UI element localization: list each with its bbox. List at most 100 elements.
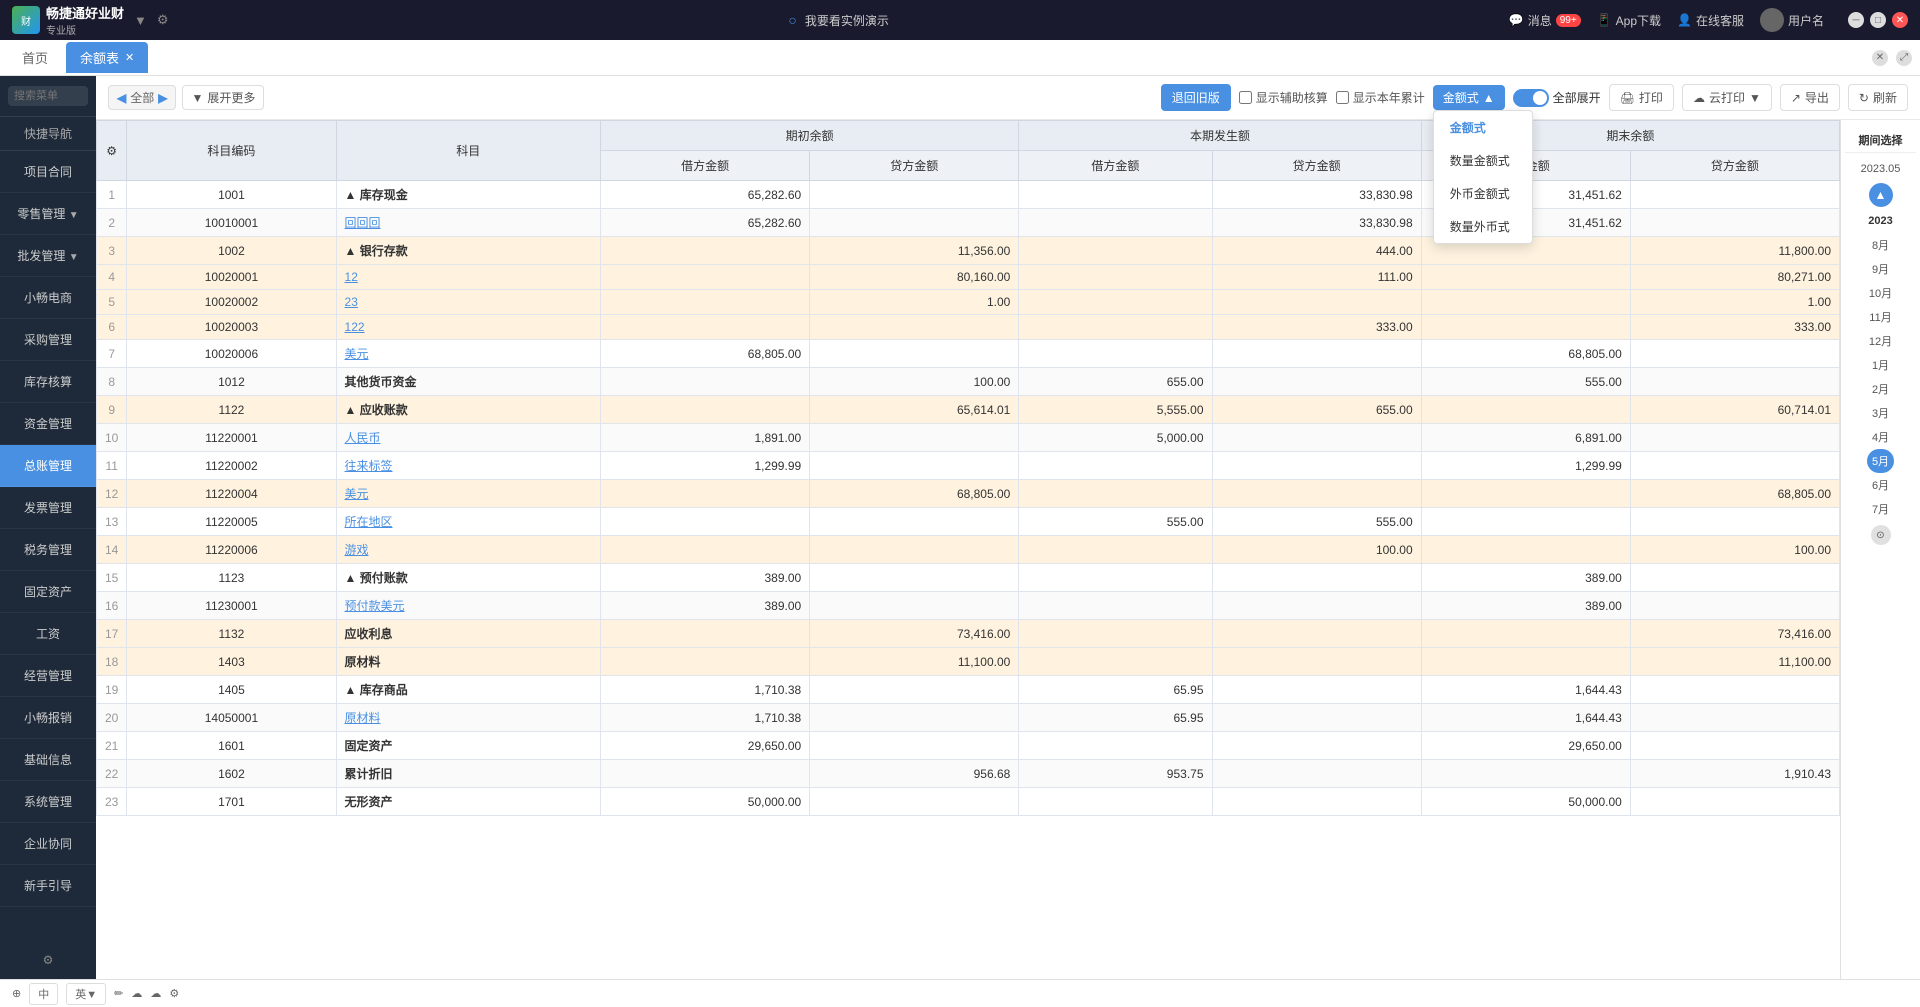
maximize-btn[interactable]: □ bbox=[1870, 12, 1886, 28]
window-dropdown[interactable]: ▼ bbox=[134, 13, 147, 28]
table-row-name[interactable]: 美元 bbox=[336, 480, 601, 508]
toolbar-left: ◀ 全部 ▶ ▼ 展开更多 bbox=[108, 85, 264, 110]
sidebar-item-project[interactable]: 项目合同 bbox=[0, 151, 96, 193]
settings-icon[interactable]: ⚙ bbox=[157, 12, 169, 28]
table-row-name[interactable]: ▲ 应收账款 bbox=[336, 396, 601, 424]
period-up-btn[interactable]: ▲ bbox=[1869, 183, 1893, 207]
tab-balance[interactable]: 余额表 ✕ bbox=[66, 42, 148, 73]
app-download-btn[interactable]: 📱 App下载 bbox=[1597, 12, 1661, 29]
table-row-name[interactable]: 无形资产 bbox=[336, 788, 601, 816]
format-option-amount[interactable]: 金额式 bbox=[1434, 111, 1532, 144]
chinese-btn[interactable]: 中 bbox=[29, 983, 58, 1005]
expand-more-btn[interactable]: ▼ 展开更多 bbox=[182, 85, 264, 110]
table-row-name[interactable]: 原材料 bbox=[336, 648, 601, 676]
format-option-foreign[interactable]: 外币金额式 bbox=[1434, 177, 1532, 210]
sidebar-settings-btn[interactable]: ⚙ bbox=[0, 941, 96, 979]
refresh-btn[interactable]: ↻ 刷新 bbox=[1848, 84, 1908, 111]
export-btn[interactable]: ↗ 导出 bbox=[1780, 84, 1840, 111]
search-input[interactable] bbox=[8, 86, 88, 106]
table-row-name[interactable]: 美元 bbox=[336, 340, 601, 368]
month-item-10月[interactable]: 10月 bbox=[1867, 281, 1894, 305]
sidebar-item-coop[interactable]: 企业协同 bbox=[0, 823, 96, 865]
sidebar-item-inventory[interactable]: 库存核算 bbox=[0, 361, 96, 403]
sidebar-item-capital[interactable]: 资金管理 bbox=[0, 403, 96, 445]
sidebar-item-report[interactable]: 小畅报销 bbox=[0, 697, 96, 739]
month-item-12月[interactable]: 12月 bbox=[1867, 329, 1894, 353]
month-item-4月[interactable]: 4月 bbox=[1867, 425, 1894, 449]
message-icon: 💬 bbox=[1509, 13, 1524, 27]
bottom-cloud-icon1[interactable]: ☁ bbox=[131, 987, 142, 1000]
table-row-pd-debit bbox=[1019, 620, 1212, 648]
table-row-name[interactable]: 23 bbox=[336, 290, 601, 315]
expand-all-toggle[interactable] bbox=[1513, 89, 1549, 107]
table-row-name[interactable]: ▲ 库存商品 bbox=[336, 676, 601, 704]
print-btn[interactable]: 🖨 打印 bbox=[1609, 84, 1674, 111]
table-row-name[interactable]: 其他货币资金 bbox=[336, 368, 601, 396]
month-item-11月[interactable]: 11月 bbox=[1867, 305, 1894, 329]
sidebar-item-basic[interactable]: 基础信息 bbox=[0, 739, 96, 781]
sidebar-item-retail[interactable]: 零售管理 ▼ bbox=[0, 193, 96, 235]
close-btn[interactable]: ✕ bbox=[1892, 12, 1908, 28]
month-item-3月[interactable]: 3月 bbox=[1867, 401, 1894, 425]
month-item-1月[interactable]: 1月 bbox=[1867, 353, 1894, 377]
table-row-name[interactable]: 游戏 bbox=[336, 536, 601, 564]
sidebar-item-ecommerce[interactable]: 小畅电商 bbox=[0, 277, 96, 319]
month-item-8月[interactable]: 8月 bbox=[1867, 233, 1894, 257]
sidebar-item-invoice[interactable]: 发票管理 bbox=[0, 487, 96, 529]
online-service-btn[interactable]: 👤 在线客服 bbox=[1677, 12, 1744, 29]
month-item-6月[interactable]: 6月 bbox=[1867, 473, 1894, 497]
sidebar-item-assets[interactable]: 固定资产 bbox=[0, 571, 96, 613]
table-row-name[interactable]: ▲ 银行存款 bbox=[336, 237, 601, 265]
month-item-7月[interactable]: 7月 bbox=[1867, 497, 1894, 521]
table-row-name[interactable]: 固定资产 bbox=[336, 732, 601, 760]
breadcrumb-forward-arrow[interactable]: ▶ bbox=[158, 91, 167, 105]
show-ytd-checkbox[interactable]: 显示本年累计 bbox=[1336, 89, 1425, 106]
tab-restore-btn[interactable]: ✕ bbox=[1872, 50, 1888, 66]
message-btn[interactable]: 💬 消息 99+ bbox=[1509, 12, 1581, 29]
table-row-name[interactable]: 122 bbox=[336, 315, 601, 340]
table-row-ob-credit bbox=[810, 732, 1019, 760]
sidebar-item-system[interactable]: 系统管理 bbox=[0, 781, 96, 823]
bottom-settings-icon[interactable]: ⚙ bbox=[169, 987, 179, 1000]
month-item-9月[interactable]: 9月 bbox=[1867, 257, 1894, 281]
table-row-name[interactable]: 12 bbox=[336, 265, 601, 290]
table-row-ob-credit: 80,160.00 bbox=[810, 265, 1019, 290]
tab-close-btn[interactable]: ✕ bbox=[125, 51, 134, 64]
bottom-cloud-icon2[interactable]: ☁ bbox=[150, 987, 161, 1000]
format-option-qty-foreign[interactable]: 数量外币式 bbox=[1434, 210, 1532, 243]
table-row-name[interactable]: 往来标签 bbox=[336, 452, 601, 480]
table-row-num: 7 bbox=[97, 340, 127, 368]
format-dropdown-btn[interactable]: 金额式 ▲ bbox=[1433, 85, 1505, 110]
table-row-name[interactable]: ▲ 预付账款 bbox=[336, 564, 601, 592]
month-item-2月[interactable]: 2月 bbox=[1867, 377, 1894, 401]
table-row-name[interactable]: 原材料 bbox=[336, 704, 601, 732]
english-btn[interactable]: 英▼ bbox=[66, 983, 106, 1005]
sidebar-item-salary[interactable]: 工资 bbox=[0, 613, 96, 655]
back-old-version-btn[interactable]: 退回旧版 bbox=[1161, 84, 1231, 111]
sidebar-item-purchase[interactable]: 采购管理 bbox=[0, 319, 96, 361]
demo-link[interactable]: 我要看实例演示 bbox=[805, 12, 889, 29]
cloud-print-btn[interactable]: ☁ 云打印 ▼ bbox=[1682, 84, 1772, 111]
table-row-name[interactable]: 应收利息 bbox=[336, 620, 601, 648]
bottom-edit-icon[interactable]: ✏ bbox=[114, 987, 123, 1000]
sidebar-item-accounting[interactable]: 总账管理 bbox=[0, 445, 96, 487]
table-row-name[interactable]: 所在地区 bbox=[336, 508, 601, 536]
user-info-btn[interactable]: 用户名 bbox=[1760, 8, 1824, 32]
table-row-name[interactable]: 累计折旧 bbox=[336, 760, 601, 788]
tab-fullscreen-btn[interactable]: ⤢ bbox=[1896, 50, 1912, 66]
minimize-btn[interactable]: ─ bbox=[1848, 12, 1864, 28]
sidebar-item-wholesale[interactable]: 批发管理 ▼ bbox=[0, 235, 96, 277]
month-item-5月[interactable]: 5月 bbox=[1867, 449, 1894, 473]
sidebar-item-tax[interactable]: 税务管理 bbox=[0, 529, 96, 571]
table-row-name[interactable]: 人民币 bbox=[336, 424, 601, 452]
table-row-name[interactable]: ▲ 库存现金 bbox=[336, 181, 601, 209]
show-assist-checkbox[interactable]: 显示辅助核算 bbox=[1239, 89, 1328, 106]
table-row-name[interactable]: 回回回 bbox=[336, 209, 601, 237]
sidebar-item-guide[interactable]: 新手引导 bbox=[0, 865, 96, 907]
period-prev[interactable]: 2023.05 bbox=[1845, 159, 1916, 179]
period-collapse-btn[interactable]: ⊙ bbox=[1871, 525, 1891, 545]
format-option-qty-amount[interactable]: 数量金额式 bbox=[1434, 144, 1532, 177]
tab-home[interactable]: 首页 bbox=[8, 42, 62, 73]
table-row-name[interactable]: 预付款美元 bbox=[336, 592, 601, 620]
sidebar-item-ops[interactable]: 经营管理 bbox=[0, 655, 96, 697]
